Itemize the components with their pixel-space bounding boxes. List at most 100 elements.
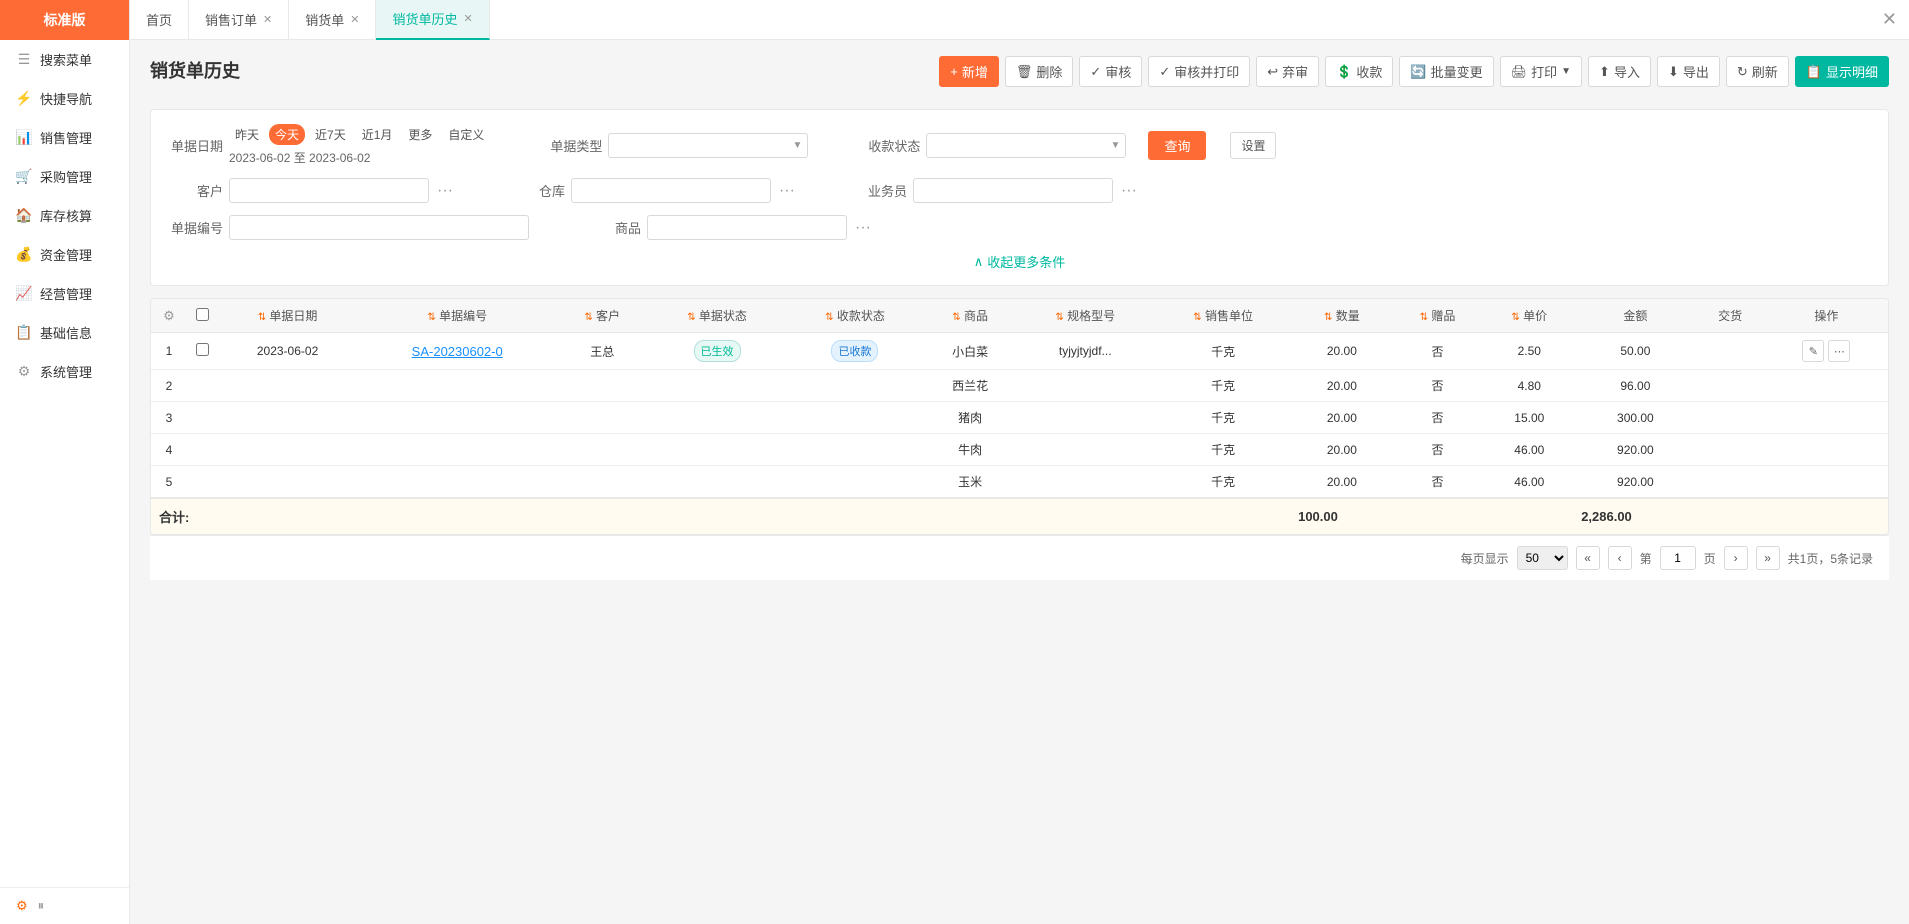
customer-dots[interactable]: ···	[437, 182, 453, 200]
close-all-tabs[interactable]: ✕	[1870, 9, 1909, 30]
audit-button[interactable]: ✓ 审核	[1079, 56, 1142, 87]
payment-status-badge: 已收款	[831, 340, 878, 362]
page-label: 页	[1704, 550, 1716, 567]
sum-label: 合计:	[151, 498, 217, 534]
sidebar-item-search-menu[interactable]: ☰ 搜索菜单	[0, 40, 129, 79]
refresh-button[interactable]: ↻ 刷新	[1726, 56, 1789, 87]
date-tab-7days[interactable]: 近7天	[309, 124, 352, 145]
salesperson-input[interactable]	[913, 178, 1113, 203]
sidebar-item-finance[interactable]: 💰 资金管理	[0, 235, 129, 274]
th-quantity[interactable]: ⇅ 数量	[1292, 299, 1392, 333]
date-tab-custom[interactable]: 自定义	[442, 124, 490, 145]
export-icon: ⬇	[1668, 64, 1679, 80]
operation-icon: 📈	[16, 286, 32, 302]
delete-button[interactable]: 🗑 删除	[1005, 56, 1074, 87]
sort-icon: ⇅	[952, 312, 960, 323]
abandon-button[interactable]: ↩ 弃审	[1256, 56, 1319, 87]
tab-sales-history-close[interactable]: ✕	[464, 12, 473, 25]
prev-page-button[interactable]: ‹	[1608, 546, 1632, 570]
more-button[interactable]: ⋯	[1828, 340, 1850, 362]
batch-change-button[interactable]: 🔄 批量变更	[1399, 56, 1493, 87]
sidebar-item-system-mgmt[interactable]: ⚙ 系统管理	[0, 352, 129, 391]
select-all-checkbox[interactable]	[196, 308, 209, 321]
row-gift: 否	[1392, 370, 1484, 402]
row-num: 4	[151, 434, 187, 466]
sidebar-item-quick-nav[interactable]: ⚡ 快捷导航	[0, 79, 129, 118]
query-button[interactable]: 查询	[1148, 131, 1206, 160]
row-gift: 否	[1392, 333, 1484, 370]
tab-sales-goods-close[interactable]: ✕	[350, 13, 359, 26]
first-page-button[interactable]: «	[1576, 546, 1600, 570]
sidebar-item-basic-info[interactable]: 📋 基础信息	[0, 313, 129, 352]
doc-type-select[interactable]	[608, 133, 808, 158]
row-select-checkbox[interactable]	[196, 343, 209, 356]
filter-customer: 客户 ···	[167, 178, 453, 203]
th-doc-status[interactable]: ⇅ 单据状态	[648, 299, 786, 333]
import-button[interactable]: ⬆ 导入	[1588, 56, 1651, 87]
last-page-button[interactable]: »	[1756, 546, 1780, 570]
salesperson-dots[interactable]: ···	[1121, 182, 1137, 200]
per-page-select[interactable]: 50 100 200	[1517, 546, 1568, 570]
add-icon: +	[950, 64, 958, 79]
payment-status-select[interactable]	[926, 133, 1126, 158]
th-spec[interactable]: ⇅ 规格型号	[1016, 299, 1154, 333]
tab-sales-goods[interactable]: 销货单 ✕	[289, 0, 376, 40]
th-doc-number[interactable]: ⇅ 单据编号	[358, 299, 556, 333]
customer-input[interactable]	[229, 178, 429, 203]
row-unit-price: 4.80	[1483, 370, 1575, 402]
th-gift[interactable]: ⇅ 赠品	[1392, 299, 1484, 333]
delete-icon: 🗑	[1016, 64, 1033, 80]
th-amount: 金额	[1575, 299, 1695, 333]
sidebar-item-operation[interactable]: 📈 经营管理	[0, 274, 129, 313]
date-tab-1month[interactable]: 近1月	[356, 124, 399, 145]
doc-number-input[interactable]	[229, 215, 529, 240]
filter-payment-status: 收款状态 ▼ 查询	[864, 131, 1206, 160]
date-tab-today[interactable]: 今天	[269, 124, 305, 145]
add-button[interactable]: + 新增	[939, 56, 999, 87]
sidebar-bottom: ⚙ ⏸	[0, 887, 129, 924]
table-header-row: ⚙ ⇅ 单据日期 ⇅ 单据编号 ⇅ 客户 ⇅ 单据状态 ⇅ 收款状态 ⇅ 商品 …	[151, 299, 1888, 333]
filter-doc-number: 单据编号	[167, 215, 529, 240]
sidebar-item-sales-mgmt[interactable]: 📊 销售管理	[0, 118, 129, 157]
next-page-button[interactable]: ›	[1724, 546, 1748, 570]
show-details-button[interactable]: 📋 显示明细	[1795, 56, 1889, 87]
warehouse-dots[interactable]: ···	[779, 182, 795, 200]
receive-button[interactable]: 💲 收款	[1325, 56, 1393, 87]
row-unit-price: 15.00	[1483, 402, 1575, 434]
th-payment-status[interactable]: ⇅ 收款状态	[786, 299, 924, 333]
row-quantity: 20.00	[1292, 370, 1392, 402]
row-doc-status	[648, 402, 786, 434]
sidebar-item-label: 系统管理	[40, 362, 92, 381]
tab-sales-order[interactable]: 销售订单 ✕	[189, 0, 289, 40]
export-button[interactable]: ⬇ 导出	[1657, 56, 1720, 87]
th-product[interactable]: ⇅ 商品	[924, 299, 1016, 333]
date-tab-yesterday[interactable]: 昨天	[229, 124, 265, 145]
sidebar-bottom-icon2[interactable]: ⏸	[38, 898, 45, 914]
th-customer[interactable]: ⇅ 客户	[556, 299, 648, 333]
th-unit-price[interactable]: ⇅ 单价	[1483, 299, 1575, 333]
tab-sales-history[interactable]: 销货单历史 ✕	[376, 0, 489, 40]
date-tab-more[interactable]: 更多	[402, 124, 438, 145]
print-button[interactable]: 🖨 打印 ▼	[1500, 56, 1582, 87]
th-doc-date[interactable]: ⇅ 单据日期	[217, 299, 358, 333]
product-dots[interactable]: ···	[855, 219, 871, 237]
tab-sales-goods-label: 销货单	[305, 10, 344, 29]
settings-button[interactable]: 设置	[1230, 132, 1276, 159]
collapse-button[interactable]: ∧ 收起更多条件	[167, 252, 1872, 271]
edit-button[interactable]: ✎	[1802, 340, 1824, 362]
table-container: ⚙ ⇅ 单据日期 ⇅ 单据编号 ⇅ 客户 ⇅ 单据状态 ⇅ 收款状态 ⇅ 商品 …	[150, 298, 1889, 535]
sidebar: 标准版 ☰ 搜索菜单 ⚡ 快捷导航 📊 销售管理 🛒 采购管理 🏠 库存核算 💰…	[0, 0, 130, 924]
audit-print-button[interactable]: ✓ 审核并打印	[1148, 56, 1250, 87]
doc-number-link[interactable]: SA-20230602-0	[412, 344, 503, 359]
product-input[interactable]	[647, 215, 847, 240]
sidebar-item-purchase-mgmt[interactable]: 🛒 采购管理	[0, 157, 129, 196]
sidebar-bottom-icon1[interactable]: ⚙	[16, 898, 28, 914]
warehouse-input[interactable]	[571, 178, 771, 203]
th-gear[interactable]: ⚙	[151, 299, 187, 333]
tab-home[interactable]: 首页	[130, 0, 189, 40]
tab-sales-order-close[interactable]: ✕	[263, 13, 272, 26]
page-number-input[interactable]	[1660, 546, 1696, 570]
payment-status-select-wrap: ▼	[926, 133, 1126, 158]
th-unit[interactable]: ⇅ 销售单位	[1154, 299, 1292, 333]
sidebar-item-inventory[interactable]: 🏠 库存核算	[0, 196, 129, 235]
